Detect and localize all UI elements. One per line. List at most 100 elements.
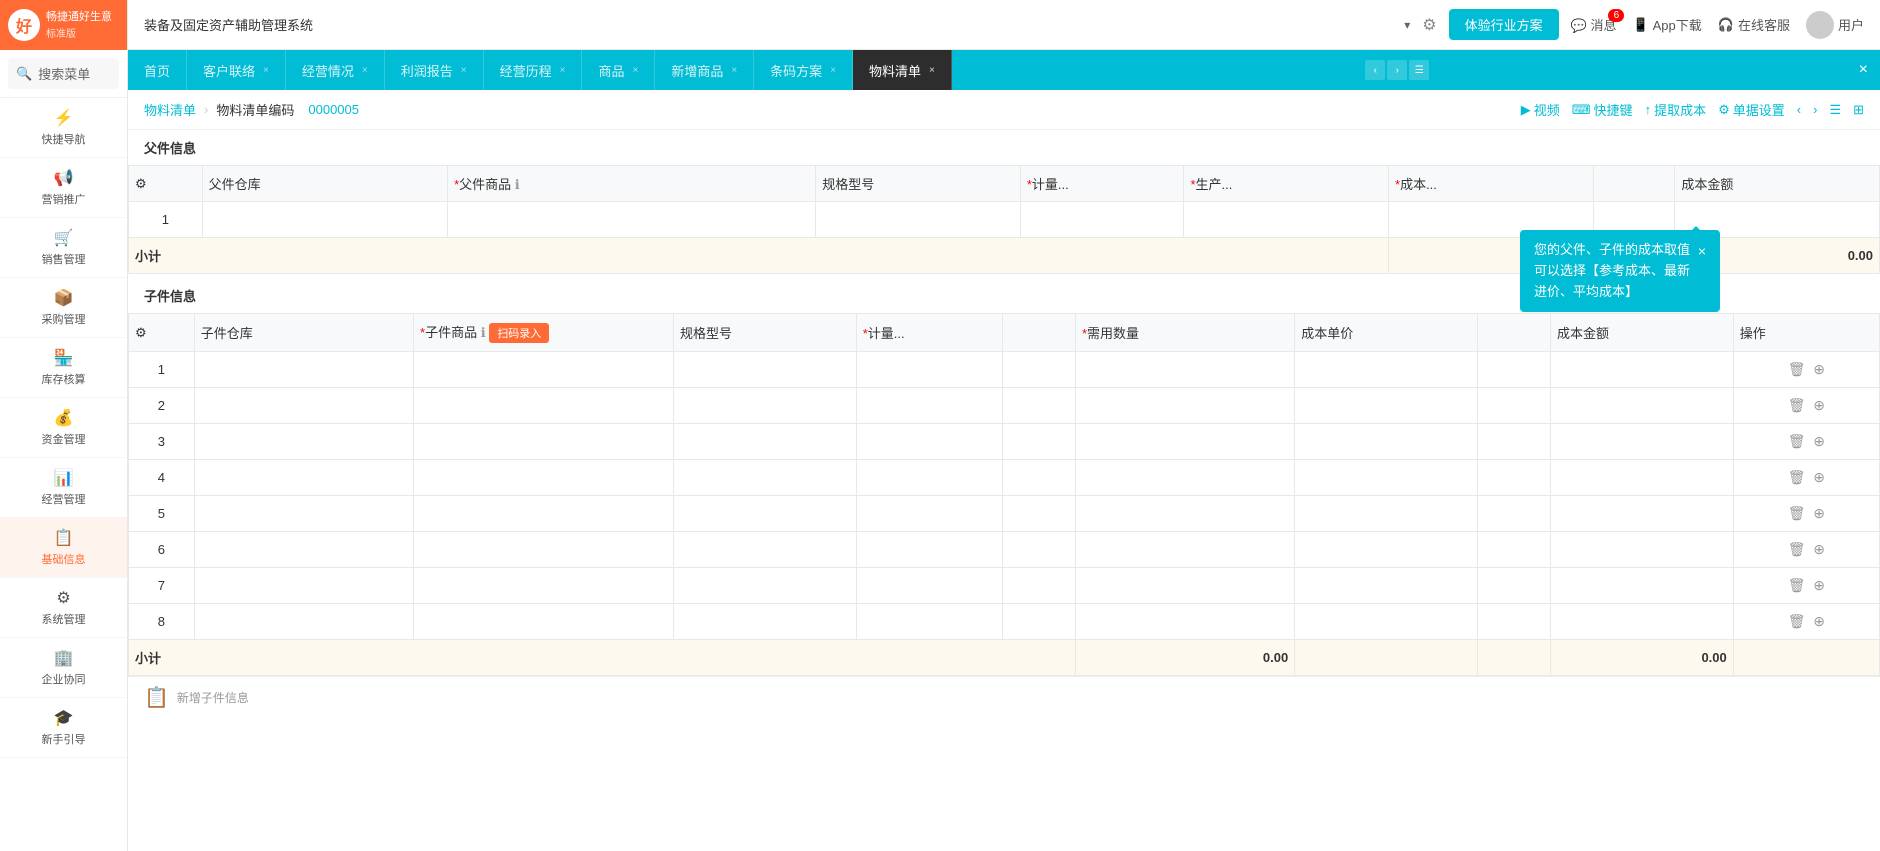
tab-customer-close[interactable]: × (263, 65, 269, 76)
child-row3-delete-btn[interactable]: 🗑 (1788, 433, 1806, 449)
sidebar-item-operation[interactable]: 📊 经营管理 (0, 458, 127, 518)
child-row5-need[interactable] (1075, 496, 1294, 532)
child-row8-spec[interactable] (674, 604, 857, 640)
tab-product-close[interactable]: × (632, 65, 638, 76)
parent-prod-cell[interactable] (1184, 202, 1389, 238)
child-row7-spec[interactable] (674, 568, 857, 604)
tab-operation-status-close[interactable]: × (362, 65, 368, 76)
child-row2-copy-btn[interactable]: ⊕ (1813, 397, 1825, 413)
child-row2-spec[interactable] (674, 388, 857, 424)
child-row8-warehouse[interactable] (194, 604, 413, 640)
child-row4-unit[interactable] (856, 460, 1002, 496)
tab-operation-status[interactable]: 经营情况 × (286, 50, 385, 90)
child-row7-unit[interactable] (856, 568, 1002, 604)
grid-view-btn[interactable]: ⊞ (1853, 102, 1864, 118)
tab-bom-close[interactable]: × (929, 65, 935, 76)
child-row1-copy-btn[interactable]: ⊕ (1813, 361, 1825, 377)
child-row8-product[interactable] (414, 604, 674, 640)
child-row6-copy-btn[interactable]: ⊕ (1813, 541, 1825, 557)
child-row3-product[interactable] (414, 424, 674, 460)
sidebar-item-system[interactable]: ⚙ 系统管理 (0, 578, 127, 638)
tab-customer[interactable]: 客户联络 × (187, 50, 286, 90)
child-row5-spec[interactable] (674, 496, 857, 532)
tab-history-close[interactable]: × (560, 65, 566, 76)
user-btn[interactable]: 用户 (1806, 11, 1864, 39)
tab-new-product-close[interactable]: × (731, 65, 737, 76)
sidebar-item-basic-info[interactable]: 📋 基础信息 (0, 518, 127, 578)
search-menu-button[interactable]: 🔍 搜索菜单 (8, 58, 119, 89)
child-row2-delete-btn[interactable]: 🗑 (1788, 397, 1806, 413)
child-row7-unitprice[interactable] (1295, 568, 1478, 604)
tab-profit-close[interactable]: × (461, 65, 467, 76)
child-row1-spec[interactable] (674, 352, 857, 388)
app-download-btn[interactable]: 📱 App下载 (1632, 15, 1701, 34)
child-row2-unitprice[interactable] (1295, 388, 1478, 424)
child-row6-spec[interactable] (674, 532, 857, 568)
sidebar-item-sales[interactable]: 🛒 销售管理 (0, 218, 127, 278)
list-view-btn[interactable]: ☰ (1829, 102, 1841, 118)
child-row1-unitprice[interactable] (1295, 352, 1478, 388)
child-row8-delete-btn[interactable]: 🗑 (1788, 613, 1806, 629)
tooltip-close-btn[interactable]: × (1698, 240, 1706, 262)
breadcrumb-main[interactable]: 物料清单 (144, 100, 196, 119)
child-row4-spec[interactable] (674, 460, 857, 496)
child-row1-product[interactable] (414, 352, 674, 388)
child-row2-product[interactable] (414, 388, 674, 424)
child-row3-warehouse[interactable] (194, 424, 413, 460)
parent-product-cell[interactable] (448, 202, 816, 238)
child-row7-product[interactable] (414, 568, 674, 604)
extract-cost-btn[interactable]: ↑ 提取成本 (1645, 100, 1707, 119)
sidebar-item-purchase[interactable]: 📦 采购管理 (0, 278, 127, 338)
shortcut-action-btn[interactable]: ⌨ 快捷键 (1572, 100, 1633, 119)
tab-barcode[interactable]: 条码方案 × (754, 50, 853, 90)
parent-unit-cell[interactable] (1020, 202, 1184, 238)
child-row5-delete-btn[interactable]: 🗑 (1788, 505, 1806, 521)
video-action-btn[interactable]: ▶ 视频 (1521, 100, 1560, 119)
child-row2-need[interactable] (1075, 388, 1294, 424)
child-row6-delete-btn[interactable]: 🗑 (1788, 541, 1806, 557)
message-badge[interactable]: 💬 6 消息 (1571, 15, 1617, 34)
child-row1-need[interactable] (1075, 352, 1294, 388)
child-row3-spec[interactable] (674, 424, 857, 460)
child-row3-need[interactable] (1075, 424, 1294, 460)
parent-warehouse-cell[interactable] (202, 202, 447, 238)
single-settings-btn[interactable]: ⚙ 单据设置 (1718, 100, 1785, 119)
child-row4-product[interactable] (414, 460, 674, 496)
sidebar-item-inventory[interactable]: 🏪 库存核算 (0, 338, 127, 398)
settings-icon[interactable]: ⚙ (1422, 15, 1436, 35)
child-row4-copy-btn[interactable]: ⊕ (1813, 469, 1825, 485)
child-row6-warehouse[interactable] (194, 532, 413, 568)
child-row7-copy-btn[interactable]: ⊕ (1813, 577, 1825, 593)
child-row8-need[interactable] (1075, 604, 1294, 640)
child-row5-unitprice[interactable] (1295, 496, 1478, 532)
child-row1-warehouse[interactable] (194, 352, 413, 388)
col-settings-icon[interactable]: ⚙ (135, 176, 147, 191)
tab-profit[interactable]: 利润报告 × (385, 50, 484, 90)
tab-history[interactable]: 经营历程 × (484, 50, 583, 90)
child-row4-delete-btn[interactable]: 🗑 (1788, 469, 1806, 485)
tab-new-product[interactable]: 新增商品 × (655, 50, 754, 90)
child-row6-product[interactable] (414, 532, 674, 568)
tab-barcode-close[interactable]: × (830, 65, 836, 76)
child-row1-delete-btn[interactable]: 🗑 (1788, 361, 1806, 377)
child-row1-unit[interactable] (856, 352, 1002, 388)
child-row4-unitprice[interactable] (1295, 460, 1478, 496)
sidebar-item-quick-nav[interactable]: ⚡ 快捷导航 (0, 98, 127, 158)
sidebar-item-newbie[interactable]: 🎓 新手引导 (0, 698, 127, 758)
system-title-arrow[interactable]: ▾ (1404, 18, 1410, 32)
add-child-icon[interactable]: 📋 (144, 685, 169, 710)
exp-btn[interactable]: 体验行业方案 (1449, 9, 1559, 40)
child-row8-unit[interactable] (856, 604, 1002, 640)
child-row4-warehouse[interactable] (194, 460, 413, 496)
child-row8-copy-btn[interactable]: ⊕ (1813, 613, 1825, 629)
child-row3-copy-btn[interactable]: ⊕ (1813, 433, 1825, 449)
scan-input-btn[interactable]: 扫码录入 (489, 323, 549, 343)
child-row5-warehouse[interactable] (194, 496, 413, 532)
child-row6-need[interactable] (1075, 532, 1294, 568)
child-row5-copy-btn[interactable]: ⊕ (1813, 505, 1825, 521)
child-row7-warehouse[interactable] (194, 568, 413, 604)
child-row4-need[interactable] (1075, 460, 1294, 496)
nav-menu-btn[interactable]: ☰ (1409, 60, 1429, 80)
nav-next-page[interactable]: › (1813, 102, 1817, 117)
child-row3-unitprice[interactable] (1295, 424, 1478, 460)
